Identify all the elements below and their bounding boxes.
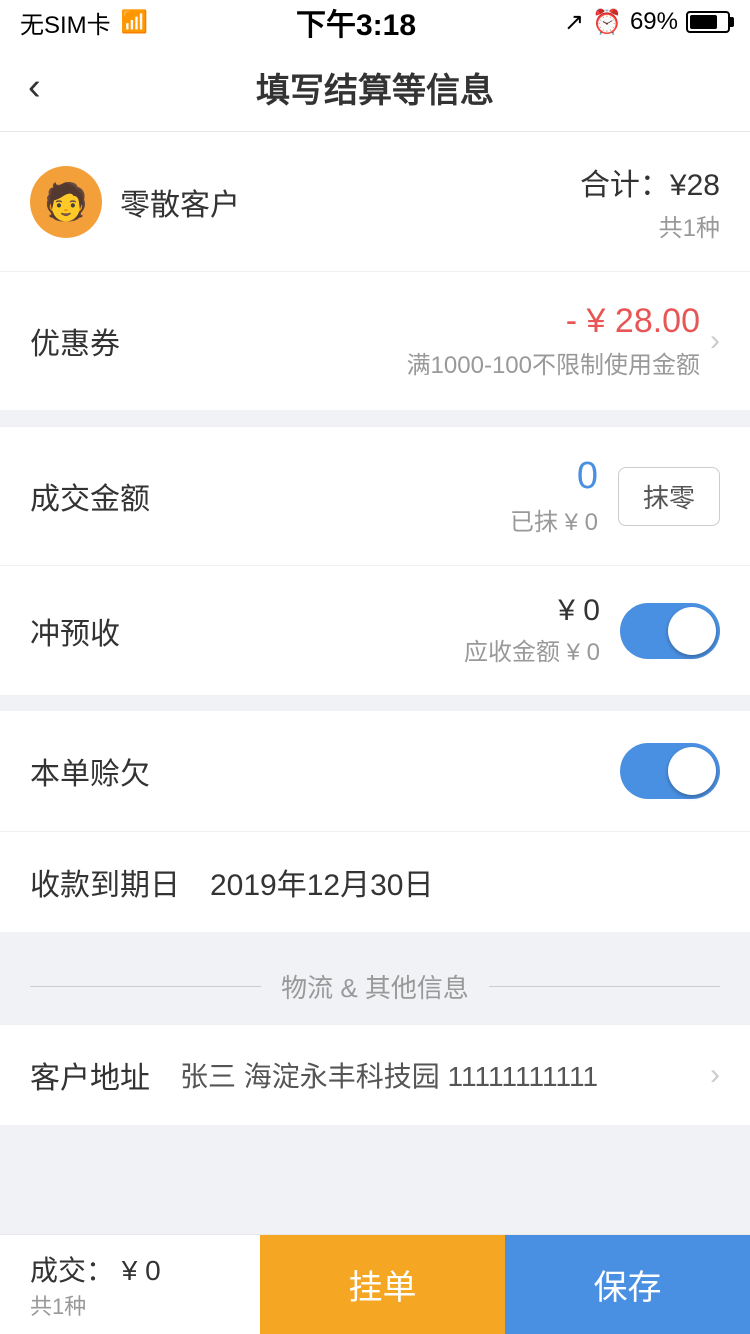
wifi-icon: 📶 (121, 9, 148, 35)
deal-amount-value[interactable]: 0 (510, 455, 598, 498)
prepay-amount: ¥ 0 (464, 594, 600, 628)
address-row[interactable]: 客户地址 张三 海淀永丰科技园 11111111111 › (0, 1025, 750, 1125)
debt-row: 本单赊欠 (0, 711, 750, 831)
avatar: 🧑 (30, 166, 102, 238)
divider-line-right (489, 986, 720, 987)
hang-button[interactable]: 挂单 (260, 1235, 505, 1334)
prepay-right: ¥ 0 应收金额 ¥ 0 (464, 594, 720, 667)
debt-label: 本单赊欠 (30, 749, 150, 793)
back-button[interactable]: ‹ (28, 66, 41, 109)
deal-section: 成交金额 0 已抹 ¥ 0 抹零 冲预收 ¥ 0 应收金额 ¥ 0 (0, 426, 750, 695)
coupon-right: - ¥ 28.00 满1000-100不限制使用金额 › (407, 302, 720, 380)
address-chevron-icon: › (710, 1058, 720, 1092)
customer-right: 合计：¥28 共1种 (580, 160, 720, 243)
debt-toggle[interactable] (620, 743, 720, 799)
prepay-values: ¥ 0 应收金额 ¥ 0 (464, 594, 600, 667)
address-section: 客户地址 张三 海淀永丰科技园 11111111111 › (0, 1025, 750, 1125)
status-time: 下午3:18 (296, 0, 416, 44)
nav-bar: ‹ 填写结算等信息 (0, 44, 750, 132)
bottom-bar: 成交： ¥ 0 共1种 挂单 保存 (0, 1234, 750, 1334)
address-label: 客户地址 (30, 1053, 150, 1097)
round-off-sub: 已抹 ¥ 0 (510, 502, 598, 537)
round-off-button[interactable]: 抹零 (618, 467, 720, 526)
coupon-row[interactable]: 优惠券 - ¥ 28.00 满1000-100不限制使用金额 › (0, 271, 750, 410)
address-value: 张三 海淀永丰科技园 11111111111 (180, 1055, 710, 1095)
logistics-divider: 物流 & 其他信息 (0, 948, 750, 1025)
prepay-toggle[interactable] (620, 603, 720, 659)
deal-amount-label: 成交金额 (30, 474, 150, 518)
coupon-label: 优惠券 (30, 319, 120, 363)
chevron-right-icon: › (710, 324, 720, 358)
alarm-icon: ⏰ (592, 8, 622, 37)
deal-amount-row: 成交金额 0 已抹 ¥ 0 抹零 (0, 426, 750, 565)
sim-signal: 无SIM卡 (20, 5, 111, 40)
bottom-deal-row: 成交： ¥ 0 (30, 1249, 230, 1289)
prepay-row: 冲预收 ¥ 0 应收金额 ¥ 0 (0, 565, 750, 695)
due-date-value: 2019年12月30日 (210, 860, 433, 904)
battery-percent: 69% (630, 8, 678, 36)
logistics-label: 物流 & 其他信息 (281, 968, 469, 1005)
total-count: 共1种 (580, 208, 720, 243)
save-button[interactable]: 保存 (505, 1235, 750, 1334)
divider-line-left (30, 986, 261, 987)
bottom-deal-label: 成交： (30, 1255, 114, 1286)
prepay-label: 冲预收 (30, 609, 120, 653)
due-date-label: 收款到期日 (30, 860, 180, 904)
total-amount: 合计：¥28 (580, 160, 720, 204)
customer-section: 🧑 零散客户 合计：¥28 共1种 优惠券 - ¥ 28.00 满1000-10… (0, 132, 750, 410)
due-date-row: 收款到期日 2019年12月30日 (0, 831, 750, 932)
bottom-deal-amount: ¥ 0 (122, 1255, 161, 1286)
customer-left: 🧑 零散客户 (30, 166, 240, 238)
bottom-count: 共1种 (30, 1289, 230, 1321)
status-bar: 无SIM卡 📶 下午3:18 ↗ ⏰ 69% (0, 0, 750, 44)
debt-section: 本单赊欠 收款到期日 2019年12月30日 (0, 711, 750, 932)
status-left: 无SIM卡 📶 (20, 5, 148, 40)
avatar-icon: 🧑 (44, 181, 89, 223)
coupon-description: 满1000-100不限制使用金额 (407, 345, 700, 380)
bottom-summary: 成交： ¥ 0 共1种 (0, 1235, 260, 1334)
debt-toggle-knob (668, 747, 716, 795)
customer-row: 🧑 零散客户 合计：¥28 共1种 (0, 132, 750, 271)
battery-bar (686, 11, 730, 33)
coupon-amount: - ¥ 28.00 (407, 302, 700, 341)
location-icon: ↗ (564, 8, 584, 37)
prepay-sub: 应收金额 ¥ 0 (464, 632, 600, 667)
page-title: 填写结算等信息 (256, 63, 494, 112)
toggle-knob (668, 607, 716, 655)
deal-amount-right: 0 已抹 ¥ 0 抹零 (510, 455, 720, 537)
battery-fill (690, 15, 717, 29)
status-right: ↗ ⏰ 69% (564, 8, 730, 37)
customer-name: 零散客户 (120, 180, 240, 224)
